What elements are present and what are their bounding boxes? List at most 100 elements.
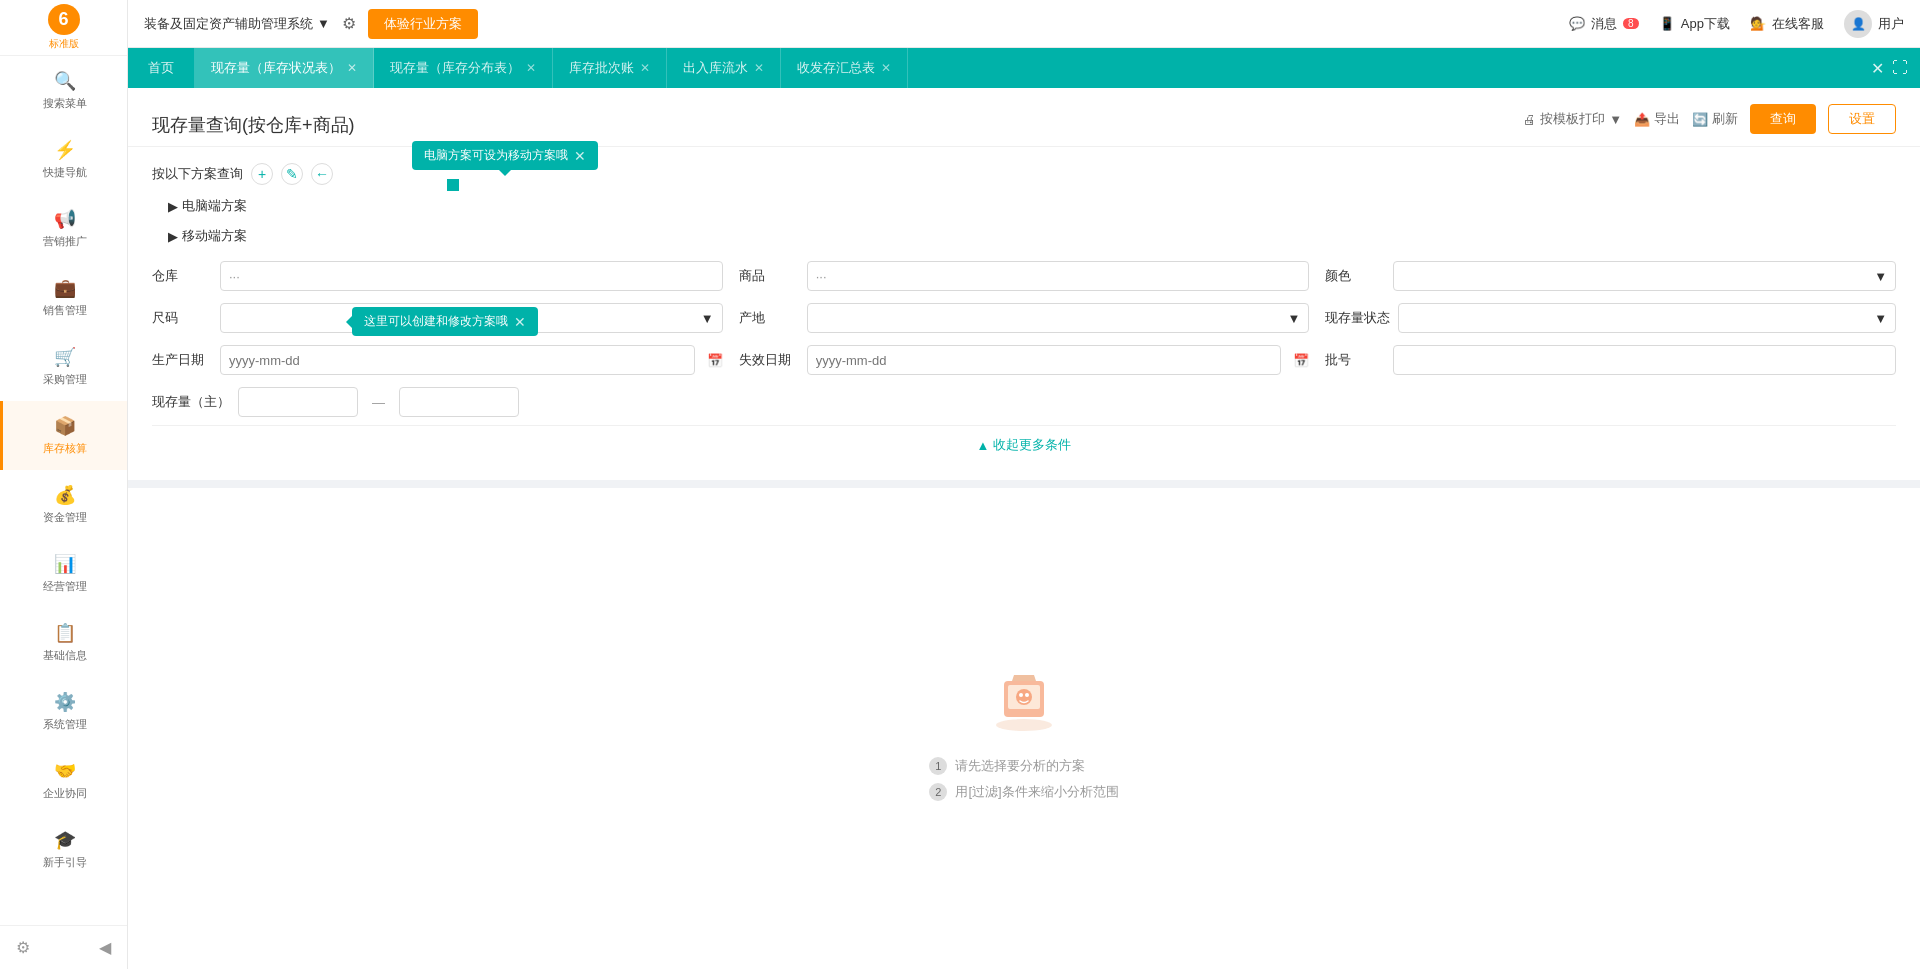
sidebar-item-system[interactable]: ⚙️ 系统管理 [0,677,127,746]
empty-hint-1: 1 请先选择要分析的方案 [929,757,1118,775]
tab-home[interactable]: 首页 [128,48,195,88]
collab-icon: 🤝 [54,760,76,782]
color-label: 颜色 [1325,267,1385,285]
sidebar-item-quicknav[interactable]: ⚡ 快捷导航 [0,125,127,194]
sidebar-item-label: 企业协同 [43,786,87,801]
sidebar-item-collab[interactable]: 🤝 企业协同 [0,746,127,815]
tab-flow[interactable]: 出入库流水 ✕ [667,48,781,88]
mfg-date-calendar-icon[interactable]: 📅 [707,353,723,368]
sidebar-footer: ⚙ ◀ [0,925,127,969]
sidebar-item-sales[interactable]: 💼 销售管理 [0,263,127,332]
service-icon: 💁 [1750,16,1766,31]
tab-batch[interactable]: 库存批次账 ✕ [553,48,667,88]
hint-num-2: 2 [929,783,947,801]
exp-date-label: 失效日期 [739,351,799,369]
sidebar-item-label: 采购管理 [43,372,87,387]
sidebar-item-label: 系统管理 [43,717,87,732]
sidebar-item-purchase[interactable]: 🛒 采购管理 [0,332,127,401]
settings-footer-icon[interactable]: ⚙ [16,938,30,957]
tab-batch-close[interactable]: ✕ [640,61,650,75]
scheme-group-pc-label: 电脑端方案 [182,197,247,215]
system-selector[interactable]: 装备及固定资产辅助管理系统 ▼ [144,15,330,33]
filter-rows: 仓库 ··· 商品 ··· 颜色 [152,261,1896,417]
tab-stock-status[interactable]: 现存量（库存状况表） ✕ [195,48,374,88]
home-tab-label: 首页 [148,59,174,77]
tab-summary[interactable]: 收发存汇总表 ✕ [781,48,908,88]
color-select[interactable]: ▼ [1393,261,1896,291]
sidebar-item-label: 销售管理 [43,303,87,318]
filter-exp-date: 失效日期 📅 [739,345,1310,375]
query-button[interactable]: 查询 [1750,104,1816,134]
message-action[interactable]: 💬 消息 8 [1569,15,1639,33]
add-scheme-button[interactable]: + [251,163,273,185]
tab-flow-close[interactable]: ✕ [754,61,764,75]
sidebar: 6 标准版 🔍 搜索菜单 ⚡ 快捷导航 📢 营销推广 💼 销售管理 🛒 采购管理… [0,0,128,969]
export-action[interactable]: 📤 导出 [1634,110,1680,128]
sidebar-item-label: 经营管理 [43,579,87,594]
sidebar-item-inventory[interactable]: 📦 库存核算 [0,401,127,470]
filter-row-3: 生产日期 📅 失效日期 📅 批号 [152,345,1896,375]
settings-icon[interactable]: ⚙ [342,14,356,33]
scheme-group-mobile[interactable]: ▶ 移动端方案 [152,227,1896,253]
empty-state: 1 请先选择要分析的方案 2 用[过滤]条件来缩小分析范围 [128,488,1920,969]
sidebar-item-guide[interactable]: 🎓 新手引导 [0,815,127,884]
logo-icon: 6 [48,4,80,35]
page-actions: 🖨 按模板打印 ▼ 📤 导出 🔄 刷新 查询 设置 [1523,104,1896,146]
tab-stock-dist[interactable]: 现存量（库存分布表） ✕ [374,48,553,88]
mfg-date-label: 生产日期 [152,351,212,369]
sidebar-item-basic[interactable]: 📋 基础信息 [0,608,127,677]
tab-stock-dist-label: 现存量（库存分布表） [390,59,520,77]
tab-summary-close[interactable]: ✕ [881,61,891,75]
collapse-sidebar-icon[interactable]: ◀ [99,938,111,957]
user-action[interactable]: 👤 用户 [1844,10,1904,38]
user-label: 用户 [1878,15,1904,33]
page-header: 现存量查询(按仓库+商品) 🖨 按模板打印 ▼ 📤 导出 🔄 刷新 查询 设置 [128,88,1920,147]
finance-icon: 💰 [54,484,76,506]
online-service-action[interactable]: 💁 在线客服 [1750,15,1824,33]
svg-point-0 [996,719,1052,731]
tab-close-all-icon[interactable]: ✕ [1871,59,1884,78]
sidebar-item-marketing[interactable]: 📢 营销推广 [0,194,127,263]
mfg-date-input[interactable] [220,345,695,375]
batch-input[interactable] [1393,345,1896,375]
filter-goods: 商品 ··· [739,261,1310,291]
goods-dots: ··· [816,269,827,284]
system-name: 装备及固定资产辅助管理系统 [144,15,313,33]
exp-date-input[interactable] [807,345,1282,375]
scheme-tree-arrow-pc: ▶ [168,199,178,214]
tooltip-connector-dot [447,179,459,191]
exp-date-calendar-icon[interactable]: 📅 [1293,353,1309,368]
stock-status-select[interactable]: ▼ [1398,303,1896,333]
trial-button[interactable]: 体验行业方案 [368,9,478,39]
scheme-tooltip-close[interactable]: ✕ [574,148,586,164]
message-icon: 💬 [1569,16,1585,31]
collapse-bar[interactable]: ▲ 收起更多条件 [152,425,1896,464]
sidebar-item-management[interactable]: 📊 经营管理 [0,539,127,608]
scheme-group-pc[interactable]: ▶ 电脑端方案 [168,197,247,215]
sidebar-item-label: 资金管理 [43,510,87,525]
sidebar-item-label: 营销推广 [43,234,87,249]
top-header: 装备及固定资产辅助管理系统 ▼ ⚙ 体验行业方案 💬 消息 8 📱 App下载 … [128,0,1920,48]
stock-main-from-input[interactable] [238,387,358,417]
create-tooltip-close[interactable]: ✕ [514,314,526,330]
origin-select[interactable]: ▼ [807,303,1310,333]
tab-stock-dist-close[interactable]: ✕ [526,61,536,75]
back-scheme-button[interactable]: ← [311,163,333,185]
reset-button[interactable]: 设置 [1828,104,1896,134]
refresh-action[interactable]: 🔄 刷新 [1692,110,1738,128]
edit-scheme-button[interactable]: ✎ [281,163,303,185]
header-left: 装备及固定资产辅助管理系统 ▼ ⚙ 体验行业方案 [144,9,478,39]
tab-summary-label: 收发存汇总表 [797,59,875,77]
tab-batch-label: 库存批次账 [569,59,634,77]
tab-stock-status-close[interactable]: ✕ [347,61,357,75]
sidebar-item-search[interactable]: 🔍 搜索菜单 [0,56,127,125]
sidebar-item-label: 快捷导航 [43,165,87,180]
goods-select[interactable]: ··· [807,261,1310,291]
print-action[interactable]: 🖨 按模板打印 ▼ [1523,110,1622,128]
tab-maximize-icon[interactable]: ⛶ [1892,59,1908,77]
warehouse-select[interactable]: ··· [220,261,723,291]
stock-main-to-input[interactable] [399,387,519,417]
app-download-action[interactable]: 📱 App下载 [1659,15,1730,33]
sidebar-item-finance[interactable]: 💰 资金管理 [0,470,127,539]
filter-warehouse: 仓库 ··· [152,261,723,291]
